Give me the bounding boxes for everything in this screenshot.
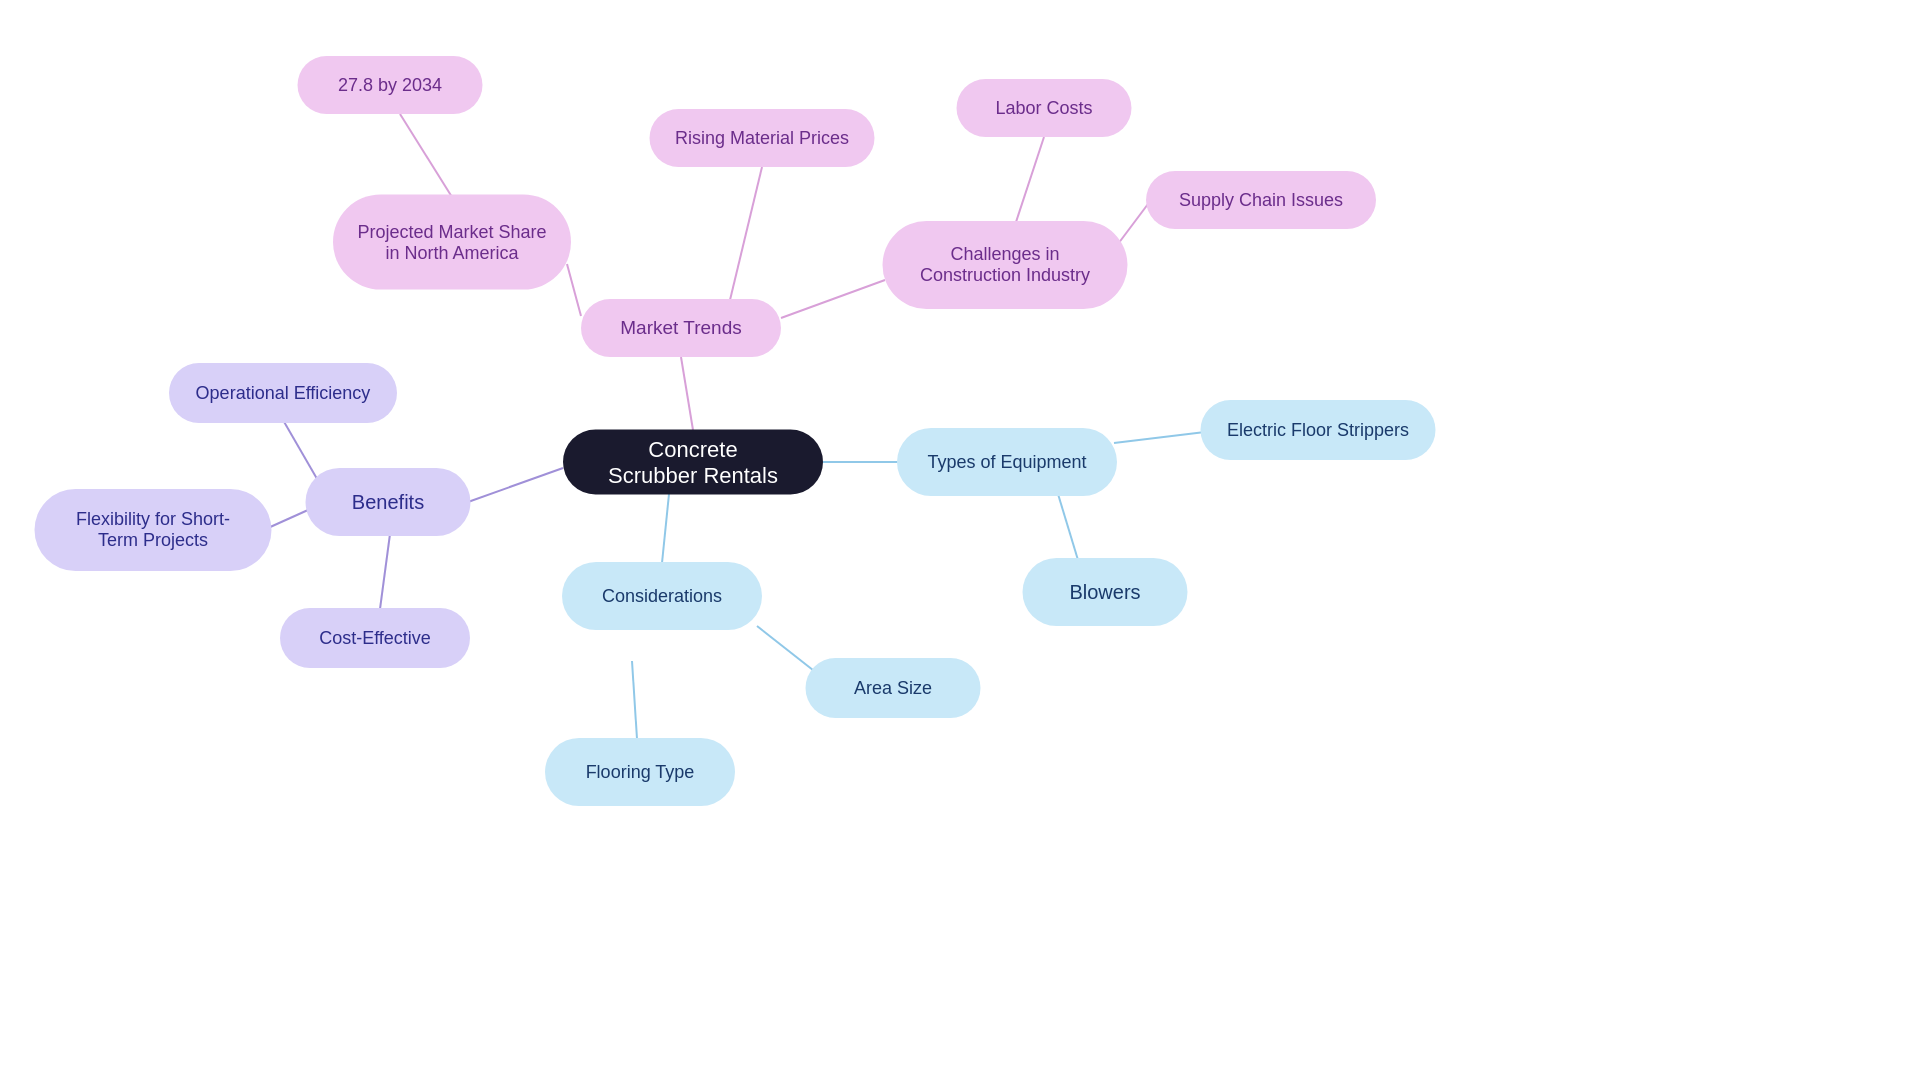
node-projected-market-share[interactable]: Projected Market Share in North America — [333, 195, 571, 290]
line-types-electric — [1114, 432, 1205, 443]
line-challenges-labor — [1015, 137, 1044, 225]
node-flooring-type-label: Flooring Type — [586, 762, 695, 783]
node-center-label: Concrete Scrubber Rentals — [603, 436, 783, 488]
node-labor-costs-label: Labor Costs — [995, 98, 1092, 119]
node-benefits[interactable]: Benefits — [306, 468, 471, 536]
node-flooring-type[interactable]: Flooring Type — [545, 738, 735, 806]
node-considerations-label: Considerations — [602, 586, 722, 607]
node-blowers[interactable]: Blowers — [1023, 558, 1188, 626]
line-market-rising — [730, 167, 762, 300]
node-market-trends-label: Market Trends — [620, 317, 741, 339]
node-challenges-construction[interactable]: Challenges in Construction Industry — [883, 221, 1128, 309]
line-center-benefits — [468, 468, 563, 502]
node-operational-efficiency-label: Operational Efficiency — [196, 383, 371, 404]
line-benefits-operational — [283, 420, 320, 484]
line-center-market-trends — [681, 357, 693, 430]
node-types-of-equipment[interactable]: Types of Equipment — [897, 428, 1117, 496]
node-27-8-by-2034-label: 27.8 by 2034 — [338, 75, 442, 96]
node-challenges-construction-label: Challenges in Construction Industry — [907, 244, 1104, 286]
node-rising-material-prices[interactable]: Rising Material Prices — [650, 109, 875, 167]
node-blowers-label: Blowers — [1069, 581, 1140, 604]
line-projected-278 — [400, 114, 452, 197]
node-cost-effective[interactable]: Cost-Effective — [280, 608, 470, 668]
node-flexibility-short-term-label: Flexibility for Short-Term Projects — [59, 509, 248, 551]
node-supply-chain-issues[interactable]: Supply Chain Issues — [1146, 171, 1376, 229]
node-electric-floor-strippers[interactable]: Electric Floor Strippers — [1201, 400, 1436, 460]
node-center[interactable]: Concrete Scrubber Rentals — [563, 430, 823, 495]
line-benefits-flexibility — [268, 510, 308, 528]
line-market-projected — [567, 264, 581, 316]
node-electric-floor-strippers-label: Electric Floor Strippers — [1227, 420, 1409, 441]
node-operational-efficiency[interactable]: Operational Efficiency — [169, 363, 397, 423]
node-area-size-label: Area Size — [854, 678, 932, 699]
line-market-challenges — [781, 280, 885, 318]
node-benefits-label: Benefits — [352, 491, 424, 514]
node-flexibility-short-term[interactable]: Flexibility for Short-Term Projects — [35, 489, 272, 571]
line-considerations-flooring — [632, 661, 637, 739]
node-rising-material-prices-label: Rising Material Prices — [675, 128, 849, 149]
node-27-8-by-2034[interactable]: 27.8 by 2034 — [298, 56, 483, 114]
line-types-blowers — [1058, 494, 1078, 560]
node-area-size[interactable]: Area Size — [806, 658, 981, 718]
node-projected-market-share-label: Projected Market Share in North America — [357, 221, 547, 263]
node-considerations[interactable]: Considerations — [562, 562, 762, 630]
node-types-of-equipment-label: Types of Equipment — [927, 452, 1086, 473]
node-labor-costs[interactable]: Labor Costs — [957, 79, 1132, 137]
line-considerations-area — [757, 626, 818, 674]
node-market-trends[interactable]: Market Trends — [581, 299, 781, 357]
node-cost-effective-label: Cost-Effective — [319, 628, 431, 649]
line-center-considerations — [662, 494, 669, 563]
line-benefits-cost — [380, 534, 390, 609]
node-supply-chain-issues-label: Supply Chain Issues — [1179, 190, 1343, 211]
